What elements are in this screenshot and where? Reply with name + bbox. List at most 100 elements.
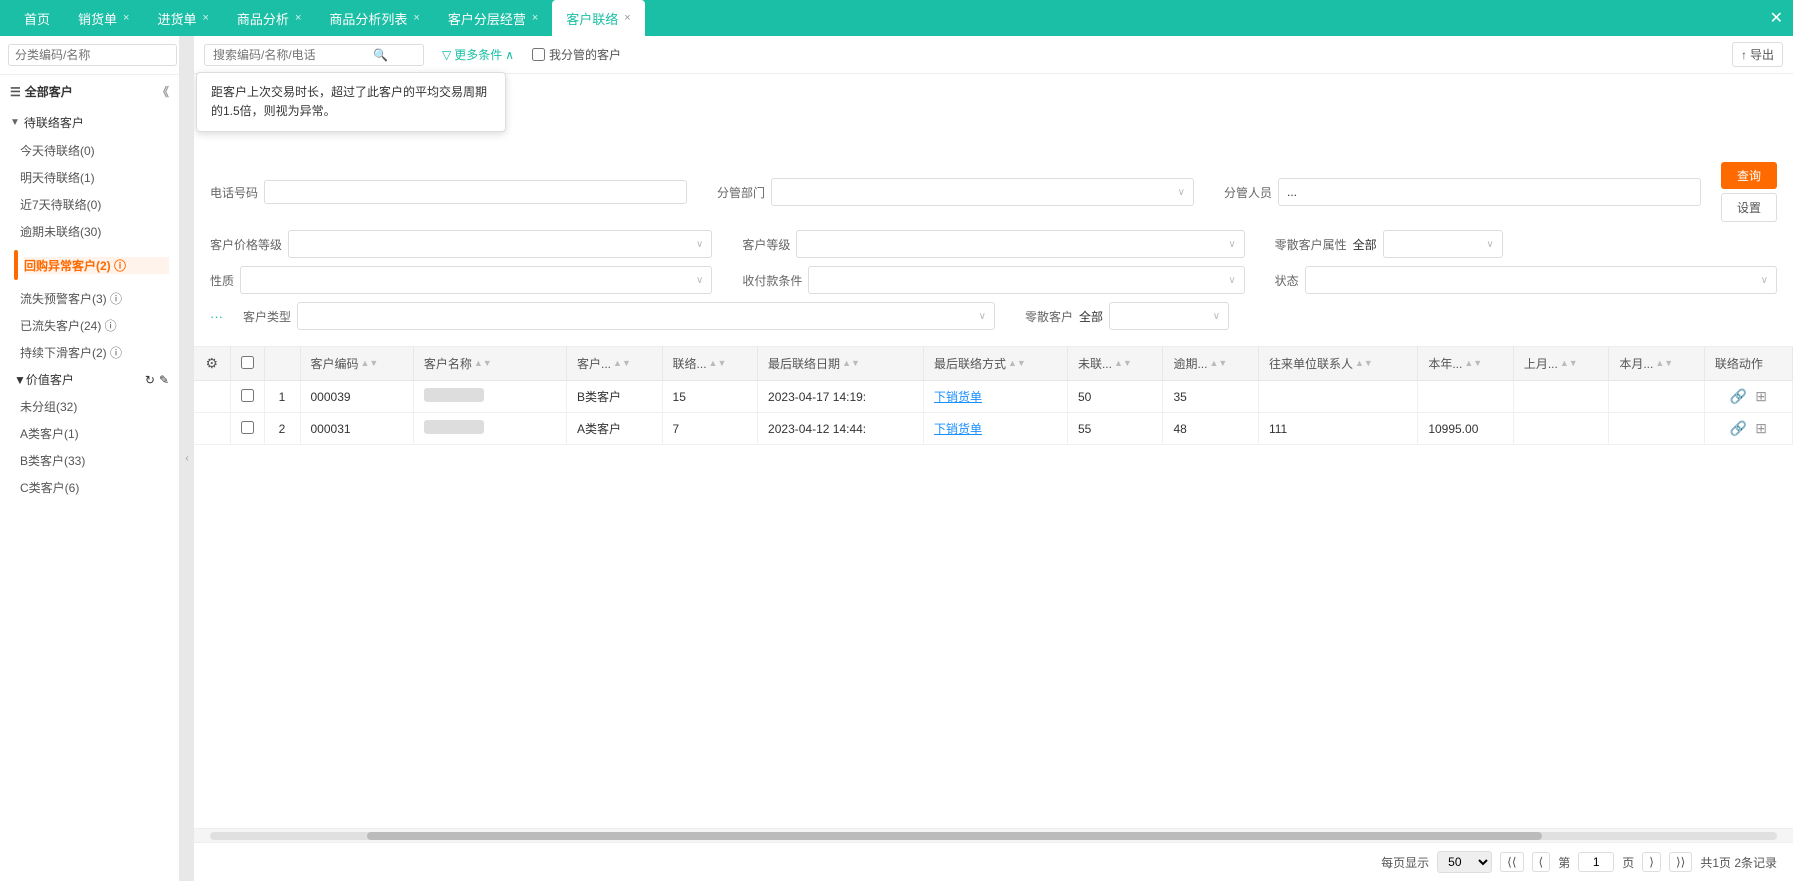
row1-num: 1 — [264, 381, 300, 413]
filter-customer-type-arrow: ∨ — [979, 311, 986, 322]
my-customer-checkbox-area[interactable]: 我分管的客户 — [532, 46, 621, 63]
th-code-sort[interactable]: ▲▼ — [361, 359, 379, 368]
page-number-input[interactable] — [1578, 852, 1614, 872]
sidebar-item-churn-warning[interactable]: 流失预警客户(3) ⓘ — [0, 285, 179, 312]
row2-last-method-link[interactable]: 下销货单 — [934, 422, 982, 436]
sidebar-item-class-b[interactable]: B类客户(33) — [0, 447, 179, 474]
th-this-month-sort[interactable]: ▲▼ — [1655, 359, 1673, 368]
row2-link-icon[interactable]: 🔗 — [1730, 420, 1747, 437]
sidebar-item-repurchase-anomaly[interactable]: 回购异常客户(2) ⓘ — [24, 257, 169, 274]
filter-retail-attr-arrow: ∨ — [1486, 239, 1493, 250]
row1-link-icon[interactable]: 🔗 — [1730, 388, 1747, 405]
sidebar-item-7days[interactable]: 近7天待联络(0) — [0, 191, 179, 218]
nav-tab-analysis-list[interactable]: 商品分析列表 × — [315, 0, 433, 36]
filter-retail-attr-select[interactable]: ∨ — [1383, 230, 1503, 258]
nav-tab-customer-contact[interactable]: 客户联络 × — [552, 0, 644, 36]
sidebar-item-class-c[interactable]: C类客户(6) — [0, 474, 179, 501]
sidebar-collapse-handle[interactable]: ‹ — [180, 36, 194, 881]
row2-contact-person: 111 — [1258, 413, 1417, 445]
next-page-btn[interactable]: ⟩ — [1642, 852, 1661, 872]
filter-price-grade-select[interactable]: ∨ — [288, 230, 712, 258]
nav-tab-sales-close[interactable]: × — [123, 12, 129, 24]
sidebar-group-value[interactable]: ▼ 价值客户 ↻ ✎ — [0, 366, 179, 393]
sidebar-item-class-a[interactable]: A类客户(1) — [0, 420, 179, 447]
row1-last-method-link[interactable]: 下销货单 — [934, 390, 982, 404]
th-last-month-sort[interactable]: ▲▼ — [1560, 359, 1578, 368]
th-last-method-sort[interactable]: ▲▼ — [1008, 359, 1026, 368]
row2-grid-icon[interactable]: ⊞ — [1755, 420, 1767, 437]
sidebar-collapse-icon[interactable]: 《 — [157, 83, 169, 100]
row1-overdue: 35 — [1163, 381, 1259, 413]
per-page-select[interactable]: 50 100 200 — [1437, 851, 1492, 873]
nav-tab-customer-contact-close[interactable]: × — [624, 12, 630, 24]
window-close-button[interactable]: ✕ — [1770, 8, 1783, 28]
edit-icon[interactable]: ✎ — [159, 373, 169, 387]
filter-phone-input[interactable] — [264, 180, 687, 204]
nav-tab-sales[interactable]: 销货单 × — [64, 0, 143, 36]
sidebar-item-today[interactable]: 今天待联络(0) — [0, 137, 179, 164]
horizontal-scrollbar — [194, 828, 1793, 842]
sidebar-item-tomorrow[interactable]: 明天待联络(1) — [0, 164, 179, 191]
toolbar-search-icon[interactable]: 🔍 — [373, 48, 388, 62]
nav-tab-analysis-label: 商品分析 — [237, 9, 289, 28]
last-page-btn[interactable]: ⟩⟩ — [1669, 852, 1692, 872]
sidebar-item-declining[interactable]: 持续下滑客户(2) ⓘ — [0, 339, 179, 366]
nav-tab-home[interactable]: 首页 — [10, 0, 64, 36]
filter-customer-type-select[interactable]: ∨ — [297, 302, 995, 330]
nav-tab-purchase-label: 进货单 — [157, 9, 196, 28]
refresh-icon[interactable]: ↻ — [145, 373, 155, 387]
th-this-year-sort[interactable]: ▲▼ — [1464, 359, 1482, 368]
sidebar-item-churned[interactable]: 已流失客户(24) ⓘ — [0, 312, 179, 339]
export-btn[interactable]: ↑ 导出 — [1732, 42, 1783, 67]
row1-grid-icon[interactable]: ⊞ — [1755, 388, 1767, 405]
sidebar-item-ungrouped[interactable]: 未分组(32) — [0, 393, 179, 420]
nav-tab-customer-tier[interactable]: 客户分层经营 × — [434, 0, 552, 36]
sidebar-search-input[interactable] — [8, 44, 177, 66]
th-last-method: 最后联络方式▲▼ — [923, 347, 1067, 381]
nav-tab-analysis-list-close[interactable]: × — [413, 12, 419, 24]
filter-retail-attr-text: 全部 — [1353, 236, 1377, 253]
filter-nature-arrow: ∨ — [696, 275, 703, 286]
th-overdue-sort[interactable]: ▲▼ — [1209, 359, 1227, 368]
th-name-sort[interactable]: ▲▼ — [474, 359, 492, 368]
first-page-btn[interactable]: ⟨⟨ — [1500, 852, 1523, 872]
th-no-contact-sort[interactable]: ▲▼ — [1114, 359, 1132, 368]
row1-checkbox[interactable] — [241, 389, 254, 402]
sidebar-all-customers[interactable]: ☰ 全部客户 《 — [0, 75, 179, 108]
sidebar-item-overdue[interactable]: 逾期未联络(30) — [0, 218, 179, 245]
pending-group-label: 待联络客户 — [24, 114, 84, 131]
th-contact-count-sort[interactable]: ▲▼ — [709, 359, 727, 368]
all-customers-label: 全部客户 — [25, 83, 73, 100]
settings-gear-icon[interactable]: ⚙ — [205, 355, 218, 371]
select-all-checkbox[interactable] — [241, 356, 254, 369]
setting-button[interactable]: 设置 — [1721, 193, 1777, 222]
nav-tab-purchase[interactable]: 进货单 × — [143, 0, 222, 36]
nav-tab-analysis-close[interactable]: × — [295, 12, 301, 24]
row1-last-date: 2023-04-17 14:19: — [758, 381, 924, 413]
th-grade-sort[interactable]: ▲▼ — [613, 359, 631, 368]
filter-status-select[interactable]: ∨ — [1305, 266, 1777, 294]
filter-person-select[interactable]: ... — [1278, 178, 1701, 206]
filter-ellipsis-btn[interactable]: ··· — [210, 309, 223, 324]
row2-checkbox[interactable] — [241, 421, 254, 434]
filter-row-4: ··· 客户类型 ∨ 零散客户 全部 ∨ — [210, 302, 1777, 330]
th-contact-person-sort[interactable]: ▲▼ — [1355, 359, 1373, 368]
filter-payment-select[interactable]: ∨ — [808, 266, 1244, 294]
search-input[interactable] — [213, 48, 373, 62]
prev-page-btn[interactable]: ⟨ — [1532, 852, 1551, 872]
filter-customer-grade-select[interactable]: ∨ — [796, 230, 1244, 258]
filter-dept-select[interactable]: ∨ — [771, 178, 1194, 206]
filter-dept-label: 分管部门 — [717, 184, 771, 201]
nav-tab-analysis[interactable]: 商品分析 × — [223, 0, 315, 36]
sidebar-group-pending[interactable]: ▼ 待联络客户 — [0, 108, 179, 137]
filter-btn[interactable]: ▽ 更多条件 ∧ — [434, 43, 522, 66]
th-last-date-sort[interactable]: ▲▼ — [842, 359, 860, 368]
my-customer-checkbox[interactable] — [532, 48, 545, 61]
filter-retail-customer-select[interactable]: ∨ — [1109, 302, 1229, 330]
filter-nature-select[interactable]: ∨ — [240, 266, 712, 294]
nav-tab-customer-tier-close[interactable]: × — [532, 12, 538, 24]
scrollbar-track[interactable] — [210, 832, 1777, 840]
nav-tab-purchase-close[interactable]: × — [202, 12, 208, 24]
filter-customer-type-label: 客户类型 — [243, 308, 297, 325]
query-button[interactable]: 查询 — [1721, 162, 1777, 189]
